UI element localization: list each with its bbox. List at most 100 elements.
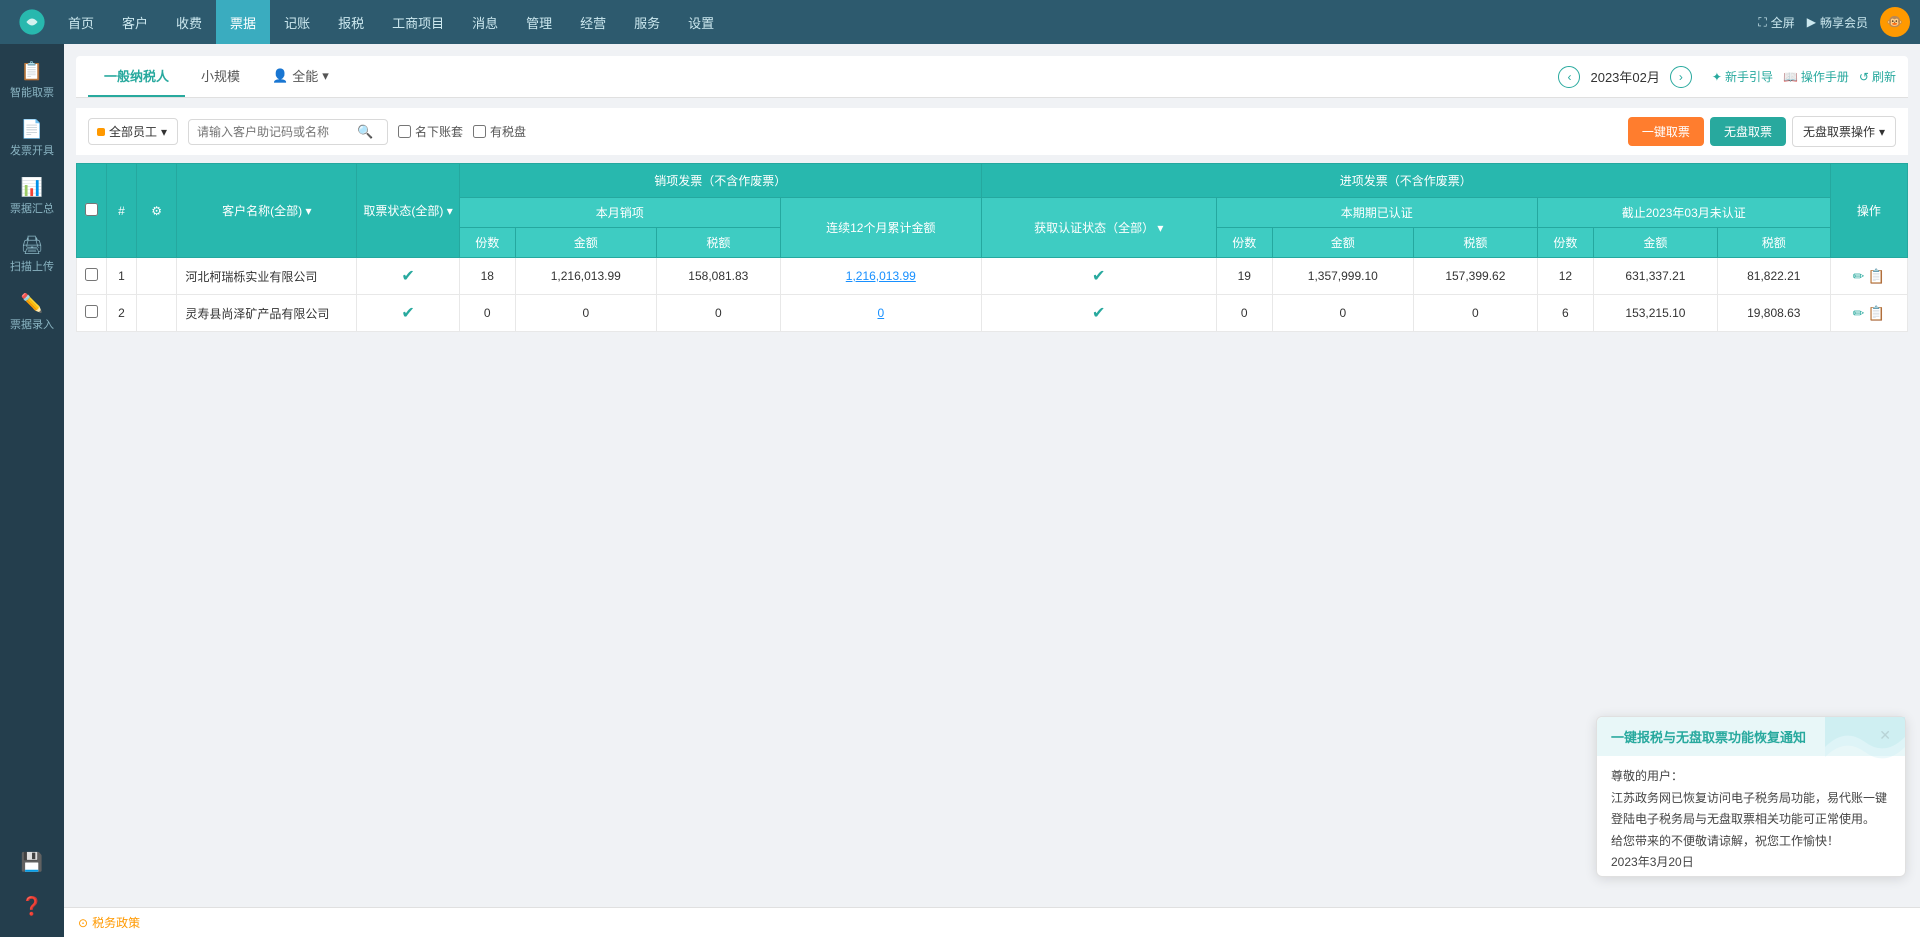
smart-ticket-icon: 📋	[21, 62, 43, 80]
top-nav: 首页 客户 收费 票据 记账 报税 工商项目 消息 管理 经营 服务 设置 ⛶ …	[0, 0, 1920, 44]
cert-filter-icon[interactable]: ▾	[1157, 221, 1163, 235]
nav-customer[interactable]: 客户	[108, 0, 162, 44]
notification-header: 一键报税与无盘取票功能恢复通知 ✕	[1597, 717, 1905, 756]
th-status: 取票状态(全部) ▾	[357, 164, 459, 258]
sidebar-item-smart-ticket[interactable]: 📋 智能取票	[2, 54, 62, 108]
row2-sales-12month[interactable]: 0	[780, 295, 981, 332]
select-chevron-icon: ▾	[161, 125, 167, 139]
name-account-checkbox[interactable]: 名下账套	[398, 123, 463, 140]
row2-cert-status: ✔	[981, 295, 1216, 332]
row1-sales-tax: 158,081.83	[656, 258, 780, 295]
sidebar-item-invoice-issue[interactable]: 📄 发票开具	[2, 112, 62, 166]
sidebar-help[interactable]: ❓	[2, 889, 62, 923]
row2-detail-icon[interactable]: 📋	[1868, 305, 1885, 321]
th-sales-amount: 金额	[515, 228, 656, 258]
tab-all[interactable]: 👤 全能 ▾	[256, 56, 345, 97]
search-icon[interactable]: 🔍	[357, 124, 373, 140]
row2-uncert-amount: 153,215.10	[1593, 295, 1717, 332]
th-purchase-shares: 份数	[1216, 228, 1272, 258]
new-guide-btn[interactable]: ✦ 新手引导	[1712, 68, 1773, 85]
row2-sales-tax: 0	[656, 295, 780, 332]
row2-no: 2	[107, 295, 137, 332]
th-checkbox	[77, 164, 107, 258]
nav-settings[interactable]: 设置	[674, 0, 728, 44]
th-purchase-cert-status: 获取认证状态（全部） ▾	[981, 198, 1216, 258]
row2-edit-icon[interactable]: ✏	[1853, 305, 1865, 321]
main-table: # ⚙ 客户名称(全部) ▾ 取票状态(全部) ▾ 销项发票（不含作废票） 进项…	[76, 163, 1908, 332]
manual-btn[interactable]: 📖 操作手册	[1783, 68, 1849, 85]
row1-status: ✔	[357, 258, 459, 295]
nav-manage[interactable]: 管理	[512, 0, 566, 44]
row2-checkbox[interactable]	[77, 295, 107, 332]
employee-select[interactable]: 全部员工 ▾	[88, 118, 178, 145]
more-operations-btn[interactable]: 无盘取票操作 ▾	[1792, 116, 1896, 147]
th-sales-shares: 份数	[459, 228, 515, 258]
row2-sales-amount: 0	[515, 295, 656, 332]
nav-fee[interactable]: 收费	[162, 0, 216, 44]
table-row: 2 灵寿县尚泽矿产品有限公司 ✔ 0 0 0 0 ✔ 0 0 0 6 153,2…	[77, 295, 1908, 332]
row1-no: 1	[107, 258, 137, 295]
nav-message[interactable]: 消息	[458, 0, 512, 44]
row2-actions: ✏ 📋	[1830, 295, 1907, 332]
tax-policy-icon: ⊙	[78, 916, 88, 930]
logo[interactable]	[10, 0, 54, 44]
row2-purchase-amount: 0	[1272, 295, 1413, 332]
row1-checkbox[interactable]	[77, 258, 107, 295]
th-purchase-tax: 税额	[1413, 228, 1537, 258]
row1-customer: 河北柯瑞栎实业有限公司	[177, 258, 357, 295]
chevron-down-icon: ▾	[322, 68, 329, 84]
sidebar-bottom: 💾 ❓	[2, 845, 62, 937]
tax-policy-label: 税务政策	[92, 914, 140, 931]
nav-operation[interactable]: 经营	[566, 0, 620, 44]
row1-cert-status: ✔	[981, 258, 1216, 295]
member-btn[interactable]: ▶ 畅享会员	[1807, 14, 1868, 31]
status-bar: ⊙ 税务政策	[64, 907, 1920, 937]
row1-purchase-tax: 157,399.62	[1413, 258, 1537, 295]
row2-status: ✔	[357, 295, 459, 332]
tax-policy-link[interactable]: ⊙ 税务政策	[78, 914, 140, 931]
nav-business[interactable]: 工商项目	[378, 0, 458, 44]
status-filter-icon[interactable]: ▾	[447, 204, 453, 218]
tab-general-taxpayer[interactable]: 一般纳税人	[88, 56, 185, 97]
row2-sales-shares: 0	[459, 295, 515, 332]
nav-tax[interactable]: 报税	[324, 0, 378, 44]
row1-detail-icon[interactable]: 📋	[1868, 268, 1885, 284]
tabs-row: 一般纳税人 小规模 👤 全能 ▾ ‹ 2023年02月 › ✦ 新手引导 📖 操…	[76, 56, 1908, 98]
notification-wave	[1825, 717, 1905, 767]
filter-row: 全部员工 ▾ 🔍 名下账套 有税盘 一键取票 无盘取票 无盘取票操作 ▾	[76, 108, 1908, 155]
row1-sales-12month[interactable]: 1,216,013.99	[780, 258, 981, 295]
date-next-btn[interactable]: ›	[1670, 66, 1692, 88]
th-sales-month: 本月销项	[459, 198, 780, 228]
date-prev-btn[interactable]: ‹	[1558, 66, 1580, 88]
search-input[interactable]	[197, 125, 357, 139]
no-disk-btn[interactable]: 无盘取票	[1710, 117, 1786, 146]
sidebar-download[interactable]: 💾	[2, 845, 62, 879]
th-settings[interactable]: ⚙	[137, 164, 177, 258]
sidebar-item-invoice-entry[interactable]: ✏️ 票据录入	[2, 286, 62, 340]
select-all-checkbox[interactable]	[85, 203, 98, 216]
filter-icon[interactable]: ▾	[306, 204, 312, 218]
avatar[interactable]: 🐵	[1880, 7, 1910, 37]
row2-cert-icon: ✔	[1092, 305, 1105, 322]
nav-bookkeeping[interactable]: 记账	[270, 0, 324, 44]
refresh-btn[interactable]: ↺ 刷新	[1859, 68, 1896, 85]
one-click-btn[interactable]: 一键取票	[1628, 117, 1704, 146]
row1-purchase-amount: 1,357,999.10	[1272, 258, 1413, 295]
tab-small-scale[interactable]: 小规模	[185, 56, 256, 97]
sidebar-item-invoice-summary[interactable]: 📊 票据汇总	[2, 170, 62, 224]
th-sales-tax: 税额	[656, 228, 780, 258]
table-row: 1 河北柯瑞栎实业有限公司 ✔ 18 1,216,013.99 158,081.…	[77, 258, 1908, 295]
nav-home[interactable]: 首页	[54, 0, 108, 44]
th-purchase-until: 截止2023年03月未认证	[1537, 198, 1830, 228]
action-btns: 一键取票 无盘取票 无盘取票操作 ▾	[1628, 116, 1896, 147]
fullscreen-btn[interactable]: ⛶ 全屏	[1758, 14, 1794, 31]
row1-edit-icon[interactable]: ✏	[1853, 268, 1865, 284]
has-tax-disk-checkbox[interactable]: 有税盘	[473, 123, 526, 140]
notification-title: 一键报税与无盘取票功能恢复通知	[1611, 727, 1806, 746]
nav-invoice[interactable]: 票据	[216, 0, 270, 44]
th-operations: 操作	[1830, 164, 1907, 258]
nav-service[interactable]: 服务	[620, 0, 674, 44]
refresh-icon: ↺	[1859, 70, 1869, 84]
sidebar-item-scan-upload[interactable]: 🖨 扫描上传	[2, 228, 62, 282]
row1-sales-amount: 1,216,013.99	[515, 258, 656, 295]
